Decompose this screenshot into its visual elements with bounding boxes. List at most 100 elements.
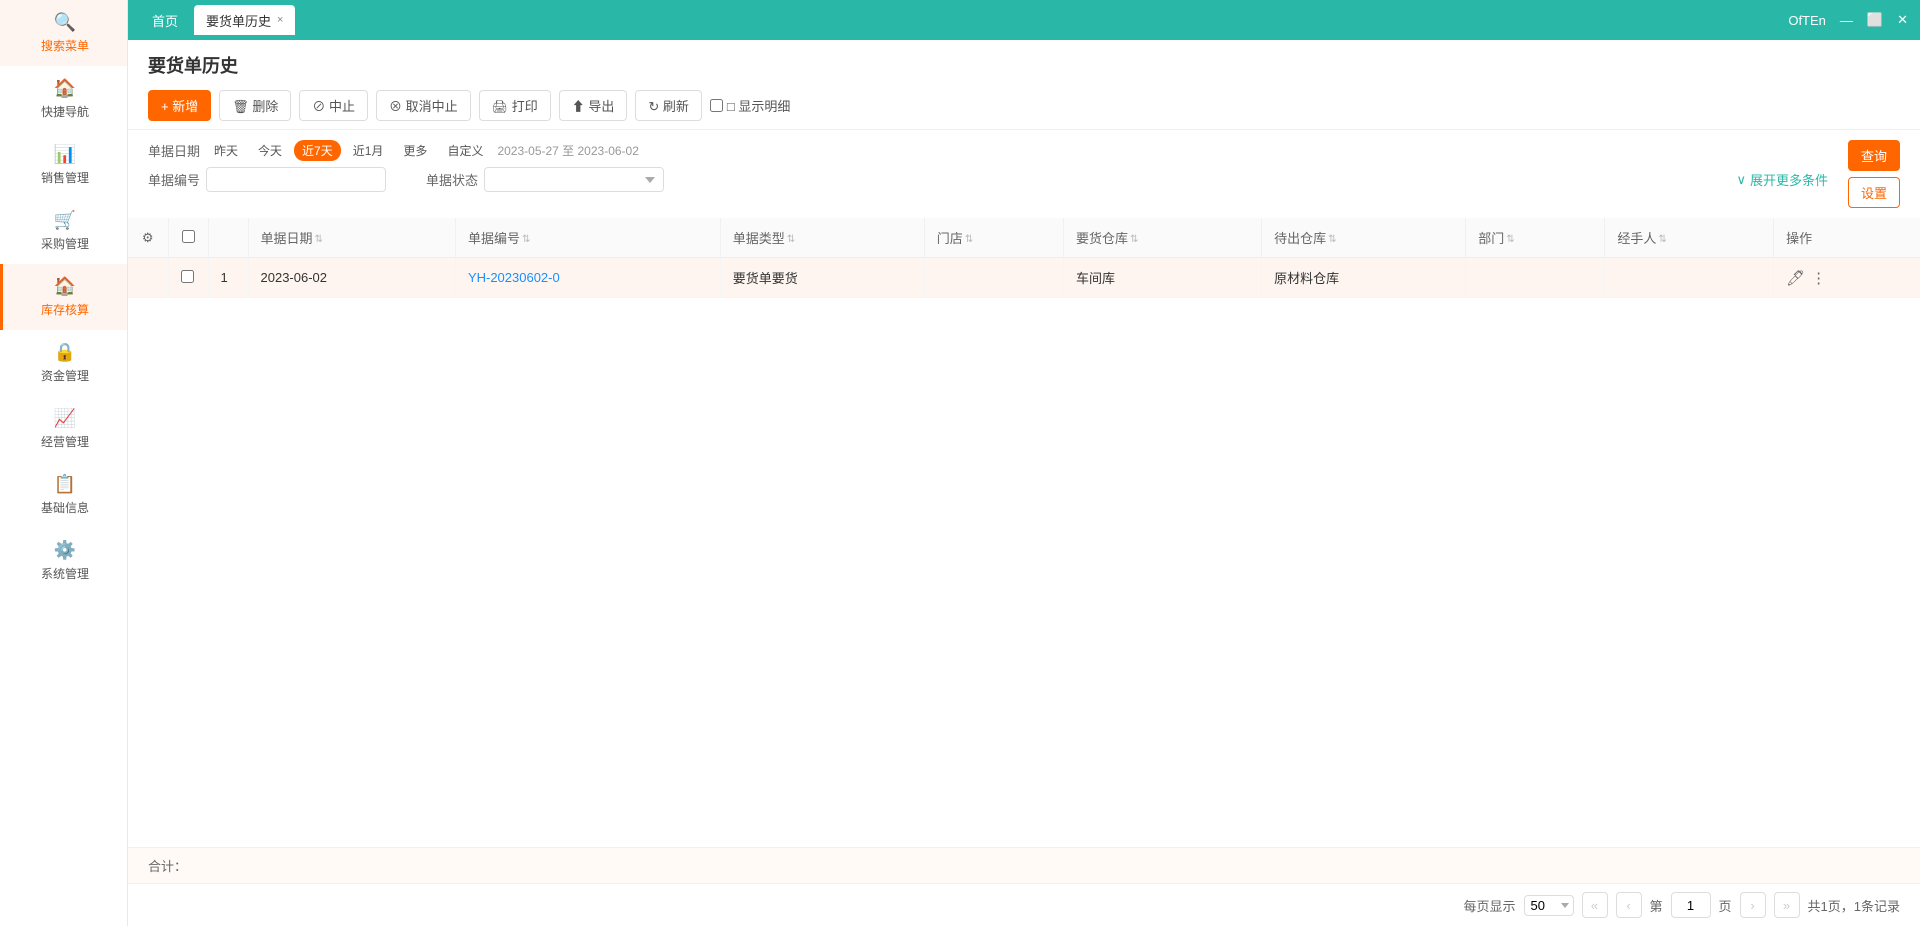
td-doc-type: 要货单要货 (720, 258, 924, 298)
filter-area: 单据日期 昨天 今天 近7天 近1月 更多 自定义 2023-05-27 至 2… (128, 130, 1920, 218)
quick-icon: 🏠 (54, 78, 76, 99)
td-department (1466, 258, 1605, 298)
tab-home[interactable]: 首页 (140, 5, 190, 35)
cancel-stop-button[interactable]: ⊗ 取消中止 (376, 90, 471, 121)
topbar: 首页 要货单历史 × OfTEn — ⬜ ✕ (128, 0, 1920, 40)
th-operation: 操作 (1774, 218, 1920, 258)
sidebar-item-operation[interactable]: 📈 经营管理 (0, 396, 127, 462)
sidebar-item-sales[interactable]: 📊 销售管理 (0, 132, 127, 198)
sidebar-item-label: 销售管理 (41, 169, 89, 186)
show-detail-label: □ 显示明细 (727, 96, 790, 115)
th-doc-no: 单据编号⇅ (455, 218, 720, 258)
operation-icon: 📈 (54, 408, 76, 429)
td-doc-no: YH-20230602-0 (455, 258, 720, 298)
sidebar-item-finance[interactable]: 🔒 资金管理 (0, 330, 127, 396)
last-page-btn[interactable]: » (1774, 892, 1800, 918)
doc-no-label: 单据编号 (148, 170, 200, 189)
sidebar-item-label: 系统管理 (41, 565, 89, 582)
th-checkbox (168, 218, 208, 258)
data-table: ⚙ 单据日期⇅ 单据编号⇅ 单据类型⇅ 门店⇅ 要货仓库⇅ 待出仓库⇅ 部门⇅ … (128, 218, 1920, 298)
sidebar-item-system[interactable]: ⚙️ 系统管理 (0, 528, 127, 594)
page-title: 要货单历史 (148, 52, 1900, 78)
more-icon[interactable]: ⋮ (1811, 269, 1826, 287)
expand-more-btn[interactable]: ∨ 展开更多条件 (1736, 170, 1828, 189)
th-department: 部门⇅ (1466, 218, 1605, 258)
th-settings[interactable]: ⚙ (128, 218, 168, 258)
status-select[interactable] (484, 167, 664, 192)
print-button[interactable]: 🖨 打印 (479, 90, 551, 121)
page-input[interactable] (1671, 892, 1711, 918)
date-btn-today[interactable]: 今天 (250, 140, 290, 161)
date-btn-last7[interactable]: 近7天 (294, 140, 341, 161)
td-shop (924, 258, 1063, 298)
row-checkbox[interactable] (181, 270, 194, 283)
sidebar-item-inventory[interactable]: 🏠 库存核算 (0, 264, 127, 330)
new-button[interactable]: + 新增 (148, 90, 211, 121)
sales-icon: 📊 (54, 144, 76, 165)
sidebar-item-purchase[interactable]: 🛒 采购管理 (0, 198, 127, 264)
date-buttons: 昨天 今天 近7天 近1月 更多 自定义 (206, 140, 491, 161)
date-btn-custom[interactable]: 自定义 (439, 140, 491, 161)
tab-history-label: 要货单历史 (206, 11, 271, 30)
doc-no-input[interactable] (206, 167, 386, 192)
total-info: 共1页，1条记录 (1808, 896, 1900, 915)
date-btn-more[interactable]: 更多 (395, 140, 435, 161)
sidebar-item-label: 经营管理 (41, 433, 89, 450)
minimize-btn[interactable]: — (1840, 13, 1853, 28)
chevron-down-icon: ∨ (1736, 172, 1746, 188)
sidebar-item-label: 库存核算 (41, 301, 89, 318)
export-button[interactable]: ⬆ 导出 (559, 90, 628, 121)
system-icon: ⚙️ (54, 540, 76, 561)
date-range-display: 2023-05-27 至 2023-06-02 (497, 142, 638, 159)
basic-icon: 📋 (54, 474, 76, 495)
query-button[interactable]: 查询 (1848, 140, 1900, 171)
per-page-select[interactable]: 50 100 200 (1524, 895, 1574, 916)
toolbar: + 新增 🗑 删除 ⊘ 中止 ⊗ 取消中止 🖨 打印 ⬆ 导出 ↻ 刷新 □ 显… (148, 90, 1900, 129)
sidebar-item-quick[interactable]: 🏠 快捷导航 (0, 66, 127, 132)
td-operation: 🖊 ⋮ (1774, 258, 1920, 298)
summary-label: 合计： (148, 859, 187, 874)
tab-close-icon[interactable]: × (277, 14, 283, 26)
first-page-btn[interactable]: « (1582, 892, 1608, 918)
close-btn[interactable]: ✕ (1897, 12, 1908, 28)
select-all-checkbox[interactable] (182, 230, 195, 243)
edit-icon[interactable]: 🖊 (1786, 269, 1805, 287)
show-detail-toggle[interactable]: □ 显示明细 (710, 96, 790, 115)
date-btn-yesterday[interactable]: 昨天 (206, 140, 246, 161)
td-pending-warehouse: 原材料仓库 (1262, 258, 1466, 298)
settings-button[interactable]: 设置 (1848, 177, 1900, 208)
page-prefix-label: 第 (1650, 896, 1663, 915)
maximize-btn[interactable]: ⬜ (1867, 12, 1883, 28)
th-pending-warehouse: 待出仓库⇅ (1262, 218, 1466, 258)
table-area: ⚙ 单据日期⇅ 单据编号⇅ 单据类型⇅ 门店⇅ 要货仓库⇅ 待出仓库⇅ 部门⇅ … (128, 218, 1920, 847)
stop-button[interactable]: ⊘ 中止 (299, 90, 368, 121)
td-date: 2023-06-02 (248, 258, 455, 298)
topbar-right: OfTEn — ⬜ ✕ (1788, 12, 1908, 28)
table-body: 1 2023-06-02 YH-20230602-0 要货单要货 车间库 原材料… (128, 258, 1920, 298)
status-filter-group: 单据状态 (426, 167, 664, 192)
td-handler (1605, 258, 1774, 298)
doc-no-link[interactable]: YH-20230602-0 (468, 270, 560, 285)
sidebar-item-label: 采购管理 (41, 235, 89, 252)
per-page-label: 每页显示 (1463, 896, 1515, 915)
delete-button[interactable]: 🗑 删除 (219, 90, 291, 121)
prev-page-btn[interactable]: ‹ (1616, 892, 1642, 918)
sidebar-item-search[interactable]: 🔍 搜索菜单 (0, 0, 127, 66)
td-req-warehouse: 车间库 (1063, 258, 1261, 298)
status-label: 单据状态 (426, 170, 478, 189)
filter-row2: 单据编号 单据状态 ∨ 展开更多条件 (148, 167, 1828, 192)
table-row: 1 2023-06-02 YH-20230602-0 要货单要货 车间库 原材料… (128, 258, 1920, 298)
main-content: 首页 要货单历史 × OfTEn — ⬜ ✕ 要货单历史 + 新增 🗑 删除 ⊘… (128, 0, 1920, 926)
next-page-btn[interactable]: › (1740, 892, 1766, 918)
date-filter-group: 单据日期 昨天 今天 近7天 近1月 更多 自定义 2023-05-27 至 2… (148, 140, 1828, 161)
th-req-warehouse: 要货仓库⇅ (1063, 218, 1261, 258)
show-detail-checkbox[interactable] (710, 99, 723, 112)
expand-more-label: 展开更多条件 (1750, 170, 1828, 189)
tab-history[interactable]: 要货单历史 × (194, 5, 295, 35)
refresh-button[interactable]: ↻ 刷新 (635, 90, 702, 121)
sidebar-item-basic[interactable]: 📋 基础信息 (0, 462, 127, 528)
th-num (208, 218, 248, 258)
filter-left: 单据日期 昨天 今天 近7天 近1月 更多 自定义 2023-05-27 至 2… (148, 140, 1828, 192)
brand-label: OfTEn (1788, 13, 1826, 28)
date-btn-last1m[interactable]: 近1月 (345, 140, 392, 161)
